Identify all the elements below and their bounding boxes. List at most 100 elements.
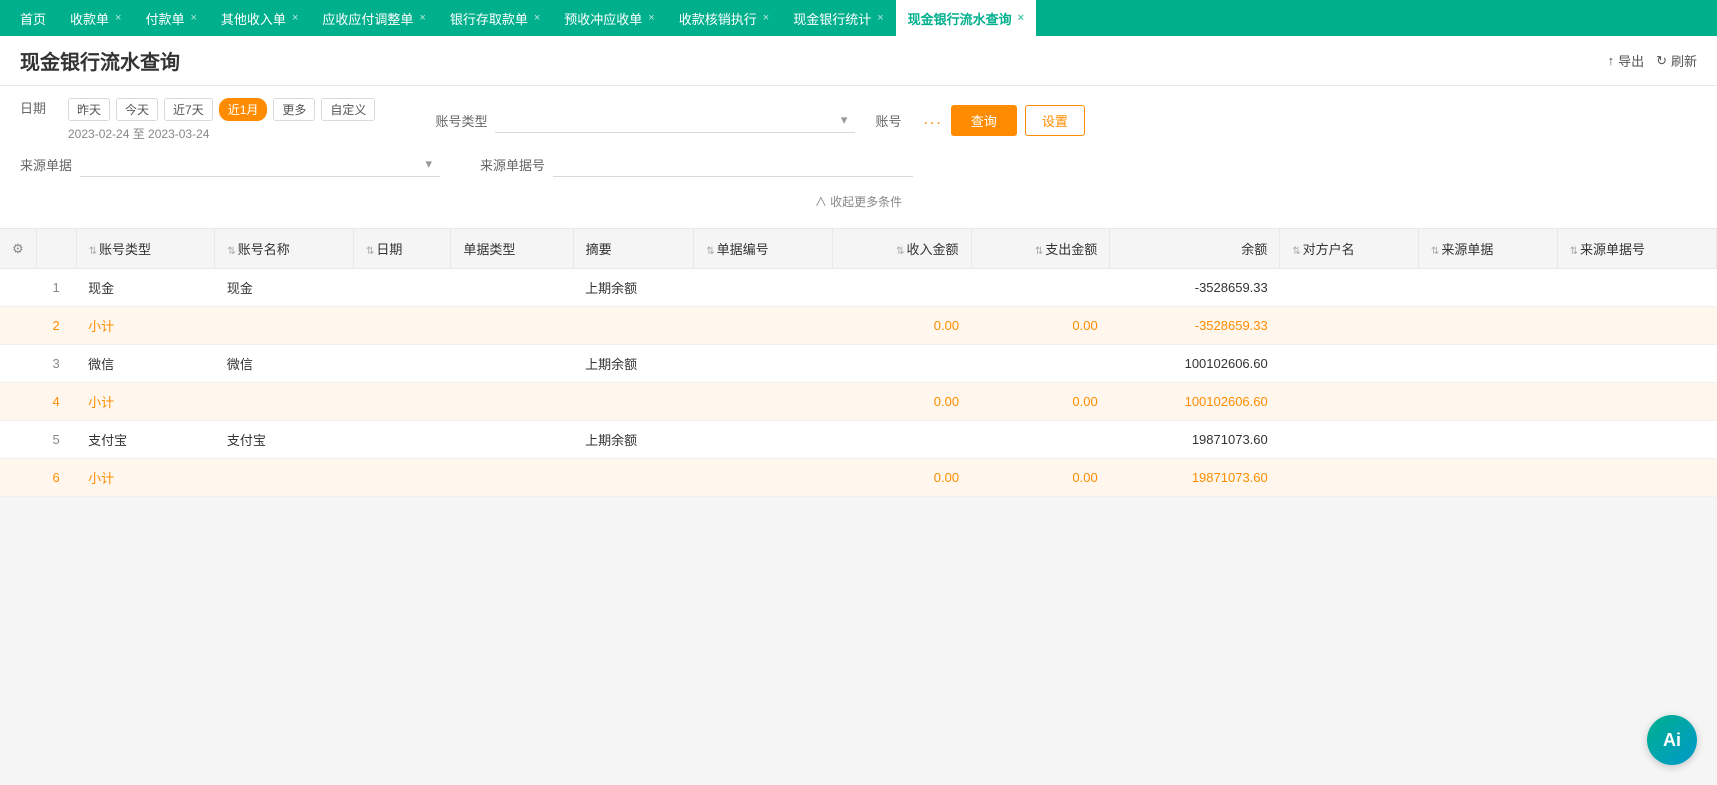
col-date[interactable]: ⇅日期 [354, 229, 451, 269]
export-button[interactable]: ↑ 导出 [1608, 51, 1645, 70]
page-title: 现金银行流水查询 [20, 46, 180, 75]
refresh-icon: ↻ [1656, 53, 1667, 69]
cell-source-doc [1418, 307, 1557, 345]
nav-fukuandan[interactable]: 付款单 × [133, 0, 208, 36]
cell-doc-type [451, 421, 573, 459]
account-actions: 查询 设置 [951, 105, 1085, 136]
cell-source-doc-no [1557, 421, 1716, 459]
collapse-up-icon: ∧ [815, 195, 827, 209]
date-btn-custom[interactable]: 自定义 [321, 98, 375, 121]
cell-account-name [215, 459, 354, 497]
filter-row-source: 来源单据 ▾ 来源单据号 [20, 152, 1697, 177]
cell-date [354, 345, 451, 383]
cell-counterpart [1280, 459, 1419, 497]
date-btn-yesterday[interactable]: 昨天 [68, 98, 110, 121]
account-type-select[interactable]: ▾ [495, 108, 855, 133]
cell-source-doc [1418, 459, 1557, 497]
close-icon[interactable]: × [877, 12, 883, 24]
cell-summary [573, 383, 694, 421]
col-source-doc-no[interactable]: ⇅来源单据号 [1557, 229, 1716, 269]
cell-num: 4 [36, 383, 76, 421]
nav-yinhangcunkuan[interactable]: 银行存取款单 × [438, 0, 552, 36]
collapse-bar[interactable]: ∧ 收起更多条件 [20, 187, 1697, 216]
cell-doc-no [694, 345, 833, 383]
cell-num: 5 [36, 421, 76, 459]
query-button[interactable]: 查询 [951, 105, 1017, 136]
nav-xianjinyinhang[interactable]: 现金银行统计 × [781, 0, 895, 36]
col-account-name[interactable]: ⇅账号名称 [215, 229, 354, 269]
date-btn-more[interactable]: 更多 [273, 98, 315, 121]
date-btn-7days[interactable]: 近7天 [164, 98, 213, 121]
col-doc-no[interactable]: ⇅单据编号 [694, 229, 833, 269]
cell-account-name: 支付宝 [215, 421, 354, 459]
cell-settings [0, 345, 36, 383]
date-btn-1month[interactable]: 近1月 [219, 98, 268, 121]
cell-doc-no [694, 269, 833, 307]
settings-button[interactable]: 设置 [1025, 105, 1085, 136]
date-filter-group: 日期 昨天 今天 近7天 近1月 更多 自定义 2023-02-24 至 202… [20, 98, 375, 142]
col-account-type[interactable]: ⇅账号类型 [76, 229, 215, 269]
nav-yingshouyingfu[interactable]: 应收应付调整单 × [310, 0, 437, 36]
cell-source-doc [1418, 421, 1557, 459]
top-nav: 首页 收款单 × 付款单 × 其他收入单 × 应收应付调整单 × 银行存取款单 … [0, 0, 1717, 36]
close-icon[interactable]: × [419, 12, 425, 24]
refresh-button[interactable]: ↻ 刷新 [1656, 51, 1697, 70]
close-icon[interactable]: × [1018, 12, 1024, 24]
cell-settings [0, 383, 36, 421]
close-icon[interactable]: × [115, 12, 121, 24]
col-expense[interactable]: ⇅支出金额 [971, 229, 1110, 269]
cell-counterpart [1280, 307, 1419, 345]
table-container: ⚙ ⇅账号类型 ⇅账号名称 ⇅日期 单据类型 摘要 ⇅单据编号 ⇅收入金额 ⇅支… [0, 229, 1717, 497]
col-num [36, 229, 76, 269]
cell-expense: 0.00 [971, 459, 1110, 497]
col-income[interactable]: ⇅收入金额 [832, 229, 971, 269]
filter-row-date: 日期 昨天 今天 近7天 近1月 更多 自定义 2023-02-24 至 202… [20, 98, 1697, 142]
header-actions: ↑ 导出 ↻ 刷新 [1608, 51, 1697, 70]
chevron-down-icon: ▾ [425, 156, 432, 172]
ai-badge[interactable]: Ai [1647, 715, 1697, 765]
cell-counterpart [1280, 269, 1419, 307]
close-icon[interactable]: × [648, 12, 654, 24]
col-settings[interactable]: ⚙ [0, 229, 36, 269]
date-btn-today[interactable]: 今天 [116, 98, 158, 121]
table-row: 5支付宝支付宝上期余额19871073.60 [0, 421, 1717, 459]
cell-income: 0.00 [832, 307, 971, 345]
cell-doc-type [451, 307, 573, 345]
cell-balance: -3528659.33 [1110, 269, 1280, 307]
col-source-doc[interactable]: ⇅来源单据 [1418, 229, 1557, 269]
nav-shoukuanzhixing[interactable]: 收款核销执行 × [667, 0, 781, 36]
source-doc-no-input[interactable] [553, 153, 913, 177]
cell-source-doc [1418, 269, 1557, 307]
cell-settings [0, 459, 36, 497]
cell-date [354, 459, 451, 497]
cell-date [354, 307, 451, 345]
col-balance: 余额 [1110, 229, 1280, 269]
nav-qitashouru[interactable]: 其他收入单 × [209, 0, 310, 36]
cell-source-doc-no [1557, 269, 1716, 307]
col-doc-type: 单据类型 [451, 229, 573, 269]
account-label: 账号 [875, 111, 915, 130]
nav-yushouc[interactable]: 预收冲应收单 × [552, 0, 666, 36]
col-counterpart[interactable]: ⇅对方户名 [1280, 229, 1419, 269]
cell-source-doc-no [1557, 383, 1716, 421]
date-range-display: 2023-02-24 至 2023-03-24 [68, 125, 375, 142]
col-summary: 摘要 [573, 229, 694, 269]
cell-doc-type [451, 269, 573, 307]
cell-account-type: 支付宝 [76, 421, 215, 459]
close-icon[interactable]: × [763, 12, 769, 24]
cell-account-type: 现金 [76, 269, 215, 307]
dots-button[interactable]: ... [923, 111, 942, 129]
nav-liushui[interactable]: 现金银行流水查询 × [896, 0, 1036, 36]
cell-account-type: 小计 [76, 459, 215, 497]
table-row: 1现金现金上期余额-3528659.33 [0, 269, 1717, 307]
cell-counterpart [1280, 345, 1419, 383]
nav-home[interactable]: 首页 [8, 0, 58, 36]
close-icon[interactable]: × [190, 12, 196, 24]
close-icon[interactable]: × [292, 12, 298, 24]
account-filter: 账号 ... 查询 设置 [875, 105, 1084, 136]
cell-expense [971, 269, 1110, 307]
nav-shoukuandan[interactable]: 收款单 × [58, 0, 133, 36]
cell-summary: 上期余额 [573, 345, 694, 383]
close-icon[interactable]: × [534, 12, 540, 24]
source-doc-select[interactable]: ▾ [80, 152, 440, 177]
